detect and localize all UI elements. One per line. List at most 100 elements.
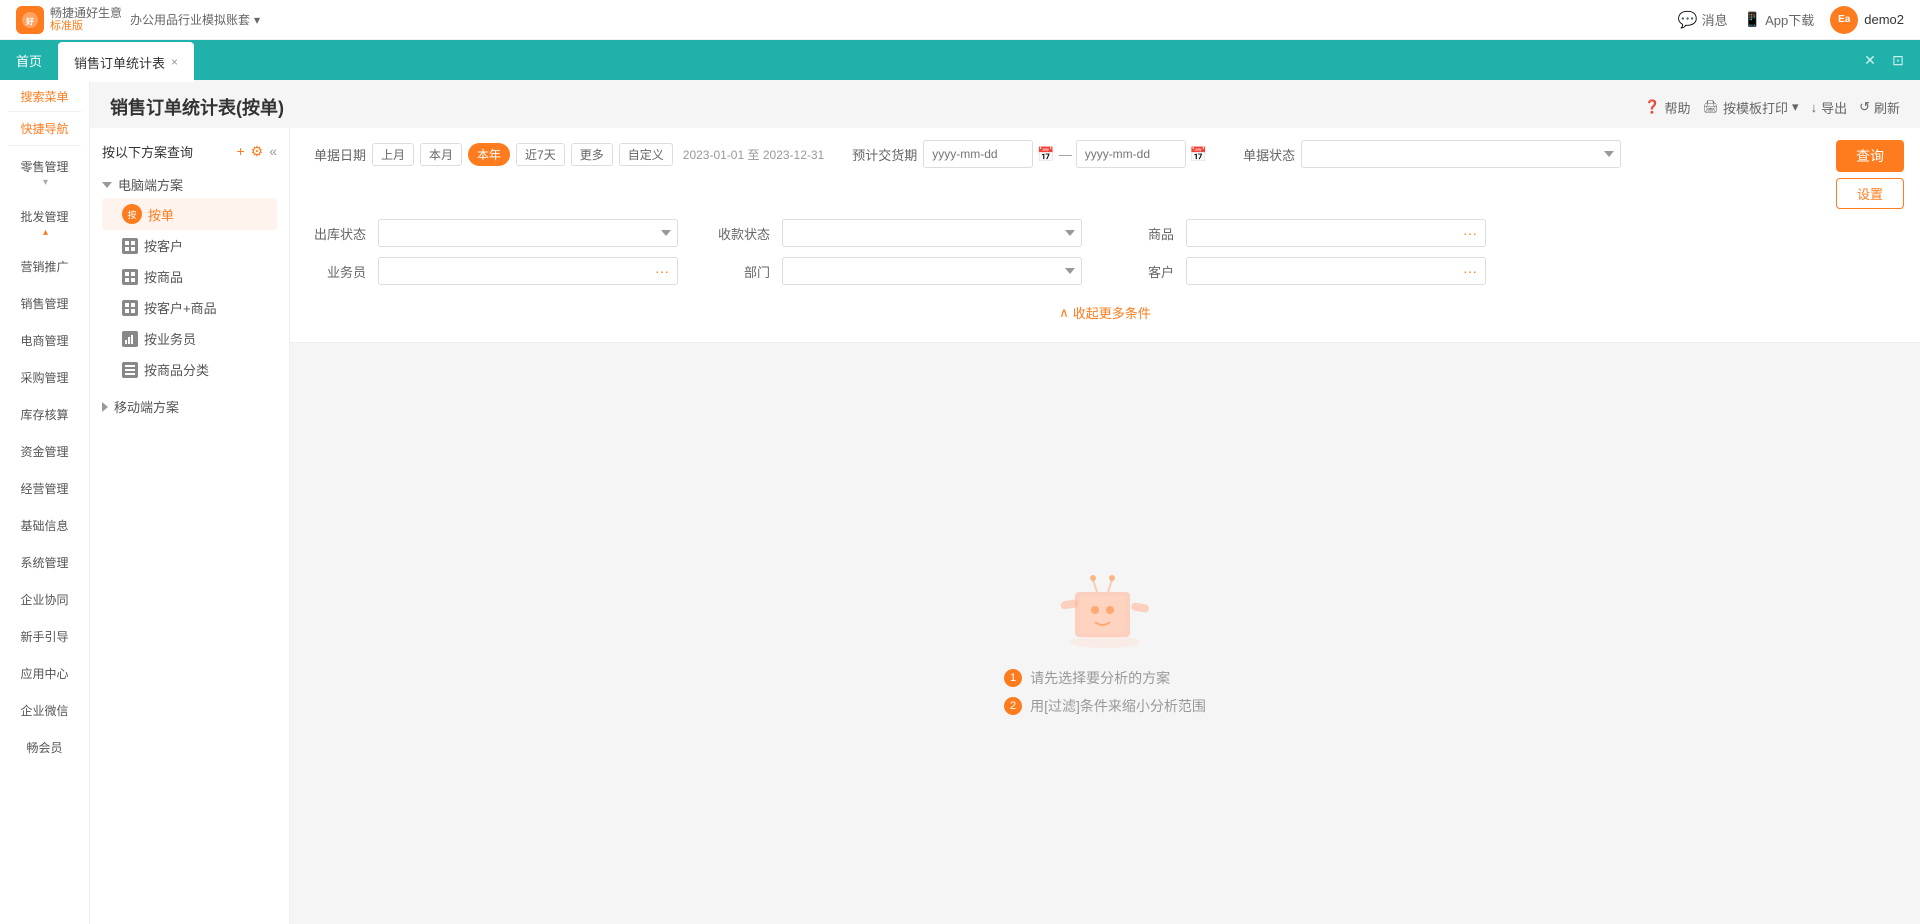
app-title-dropdown[interactable]: 办公用品行业模拟账套 ▾	[130, 11, 260, 28]
desktop-group-header[interactable]: 电脑端方案	[102, 171, 277, 198]
empty-tip-2: 2 用[过滤]条件来缩小分析范围	[1004, 696, 1206, 716]
sidebar: 搜索菜单 快捷导航 零售管理 ▾ 批发管理 ▴ 营销推广 销售管理 电商管理 采…	[0, 80, 90, 924]
help-button[interactable]: ❓ 帮助	[1644, 98, 1690, 117]
scheme-item-by-product[interactable]: 按商品	[102, 261, 277, 292]
page-title: 销售订单统计表(按单)	[110, 94, 284, 120]
expected-date-end-icon[interactable]: 📅	[1190, 146, 1207, 163]
wholesale-expand-icon: ▴	[43, 227, 48, 238]
left-panel-icons: + ⚙ «	[236, 143, 277, 160]
date-btn-7days[interactable]: 近7天	[516, 143, 565, 166]
customer-dots[interactable]: ···	[1463, 263, 1477, 279]
date-filter-group: 单据日期 上月 本月 本年 近7天 更多 自定义	[306, 143, 673, 166]
setting-button[interactable]: 设置	[1836, 178, 1904, 209]
sidebar-item-system[interactable]: 系统管理	[0, 544, 89, 581]
delivery-status-select[interactable]	[378, 219, 678, 247]
content-area: 销售订单统计表(按单) ❓ 帮助 🖨 按模板打印 ▾ ↓ 导出 ↺ 刷新	[90, 80, 1920, 924]
expected-date-end-input[interactable]	[1076, 140, 1186, 168]
collapse-panel-button[interactable]: «	[269, 143, 277, 160]
department-select[interactable]	[782, 257, 1082, 285]
export-button[interactable]: ↓ 导出	[1811, 98, 1848, 117]
top-bar-left: 好 畅捷通好生意 标准版 办公用品行业模拟账套 ▾	[16, 6, 260, 34]
scheme-item-by-order[interactable]: 按 按单	[102, 198, 277, 230]
logo-area: 好 畅捷通好生意 标准版	[16, 6, 122, 34]
scheme-item-by-customer-product[interactable]: 按客户+商品	[102, 292, 277, 323]
sidebar-search[interactable]: 搜索菜单	[0, 80, 89, 109]
expected-date-inputs: 📅 — 📅	[923, 140, 1207, 168]
date-btn-more[interactable]: 更多	[571, 143, 613, 166]
sidebar-item-retail[interactable]: 零售管理 ▾	[0, 148, 89, 198]
tab-close-icon[interactable]: ×	[171, 55, 178, 69]
department-label: 部门	[710, 262, 770, 281]
message-icon: 💬	[1678, 10, 1698, 30]
order-status-select[interactable]	[1301, 140, 1621, 168]
sidebar-item-operations[interactable]: 经营管理	[0, 470, 89, 507]
scheme-icon-by-salesperson	[122, 331, 138, 347]
customer-input-area[interactable]: ···	[1186, 257, 1486, 285]
tip-number-2: 2	[1004, 697, 1022, 715]
settings-scheme-button[interactable]: ⚙	[251, 143, 264, 160]
product-input-area[interactable]: ···	[1186, 219, 1486, 247]
scheme-item-by-salesperson[interactable]: 按业务员	[102, 323, 277, 354]
window-maximize-button[interactable]: ⊡	[1888, 50, 1908, 70]
product-dots[interactable]: ···	[1463, 225, 1477, 241]
scheme-item-by-customer[interactable]: 按客户	[102, 230, 277, 261]
salesperson-dots[interactable]: ···	[655, 263, 669, 279]
tab-sales-order-stats[interactable]: 销售订单统计表 ×	[58, 42, 194, 82]
order-status-group: 单据状态	[1235, 140, 1621, 168]
download-icon: 📱	[1744, 11, 1761, 28]
date-range-display: 2023-01-01 至 2023-12-31	[683, 146, 824, 163]
window-close-button[interactable]: ✕	[1860, 50, 1880, 70]
sidebar-item-inventory[interactable]: 库存核算	[0, 396, 89, 433]
empty-tip-1: 1 请先选择要分析的方案	[1004, 668, 1206, 688]
sidebar-quick-nav[interactable]: 快捷导航	[0, 114, 89, 143]
sidebar-item-newbie[interactable]: 新手引导	[0, 618, 89, 655]
collapse-filter-button[interactable]: ∧ 收起更多条件	[306, 295, 1904, 330]
filter-row-1: 单据日期 上月 本月 本年 近7天 更多 自定义	[306, 140, 1904, 209]
page-header: 销售订单统计表(按单) ❓ 帮助 🖨 按模板打印 ▾ ↓ 导出 ↺ 刷新	[90, 80, 1920, 128]
date-btn-custom[interactable]: 自定义	[619, 143, 673, 166]
empty-state: 1 请先选择要分析的方案 2 用[过滤]条件来缩小分析范围	[290, 343, 1920, 924]
sidebar-item-wholesale[interactable]: 批发管理 ▴	[0, 198, 89, 248]
date-btn-this-year[interactable]: 本年	[468, 143, 510, 166]
salesperson-input-area[interactable]: ···	[378, 257, 678, 285]
scheme-item-by-product-category[interactable]: 按商品分类	[102, 354, 277, 385]
sidebar-item-sales[interactable]: 销售管理	[0, 285, 89, 322]
collapse-up-icon: ∧	[1059, 305, 1069, 321]
sidebar-item-purchase[interactable]: 采购管理	[0, 359, 89, 396]
sidebar-item-appcenter[interactable]: 应用中心	[0, 655, 89, 692]
mobile-group-header[interactable]: 移动端方案	[102, 393, 277, 420]
avatar: Ea	[1830, 6, 1858, 34]
payment-status-label: 收款状态	[710, 224, 770, 243]
add-scheme-button[interactable]: +	[236, 143, 244, 160]
sidebar-item-marketing[interactable]: 营销推广	[0, 248, 89, 285]
scheme-icon-by-customer-product	[122, 300, 138, 316]
sidebar-item-member[interactable]: 畅会员	[0, 729, 89, 766]
sidebar-item-finance[interactable]: 资金管理	[0, 433, 89, 470]
scheme-icon-by-order: 按	[122, 204, 142, 224]
refresh-icon: ↺	[1859, 99, 1870, 115]
expected-date-start-input[interactable]	[923, 140, 1033, 168]
expected-date-start-icon[interactable]: 📅	[1037, 146, 1054, 163]
user-profile[interactable]: Ea demo2	[1830, 6, 1904, 34]
refresh-button[interactable]: ↺ 刷新	[1859, 98, 1900, 117]
mobile-scheme-group: 移动端方案	[90, 389, 289, 424]
tab-home[interactable]: 首页	[0, 40, 58, 80]
payment-status-select[interactable]	[782, 219, 1082, 247]
query-button[interactable]: 查询	[1836, 140, 1904, 172]
delivery-status-label: 出库状态	[306, 224, 366, 243]
main-layout: 搜索菜单 快捷导航 零售管理 ▾ 批发管理 ▴ 营销推广 销售管理 电商管理 采…	[0, 80, 1920, 924]
sidebar-item-wechat[interactable]: 企业微信	[0, 692, 89, 729]
page-actions: ❓ 帮助 🖨 按模板打印 ▾ ↓ 导出 ↺ 刷新	[1644, 98, 1900, 117]
sidebar-item-ecommerce[interactable]: 电商管理	[0, 322, 89, 359]
sidebar-item-basics[interactable]: 基础信息	[0, 507, 89, 544]
date-btn-this-month[interactable]: 本月	[420, 143, 462, 166]
filter-action-buttons: 查询 设置	[1836, 140, 1904, 209]
message-button[interactable]: 💬 消息	[1678, 10, 1728, 30]
print-button[interactable]: 🖨 按模板打印 ▾	[1703, 98, 1799, 117]
sidebar-item-enterprise[interactable]: 企业协同	[0, 581, 89, 618]
left-panel-header: 按以下方案查询 + ⚙ «	[90, 136, 289, 167]
mobile-group-expand-icon	[102, 402, 108, 412]
app-download-button[interactable]: 📱 App下载	[1744, 10, 1815, 29]
date-btn-last-month[interactable]: 上月	[372, 143, 414, 166]
left-panel: 按以下方案查询 + ⚙ « 电脑端方案 按 按单	[90, 128, 290, 924]
